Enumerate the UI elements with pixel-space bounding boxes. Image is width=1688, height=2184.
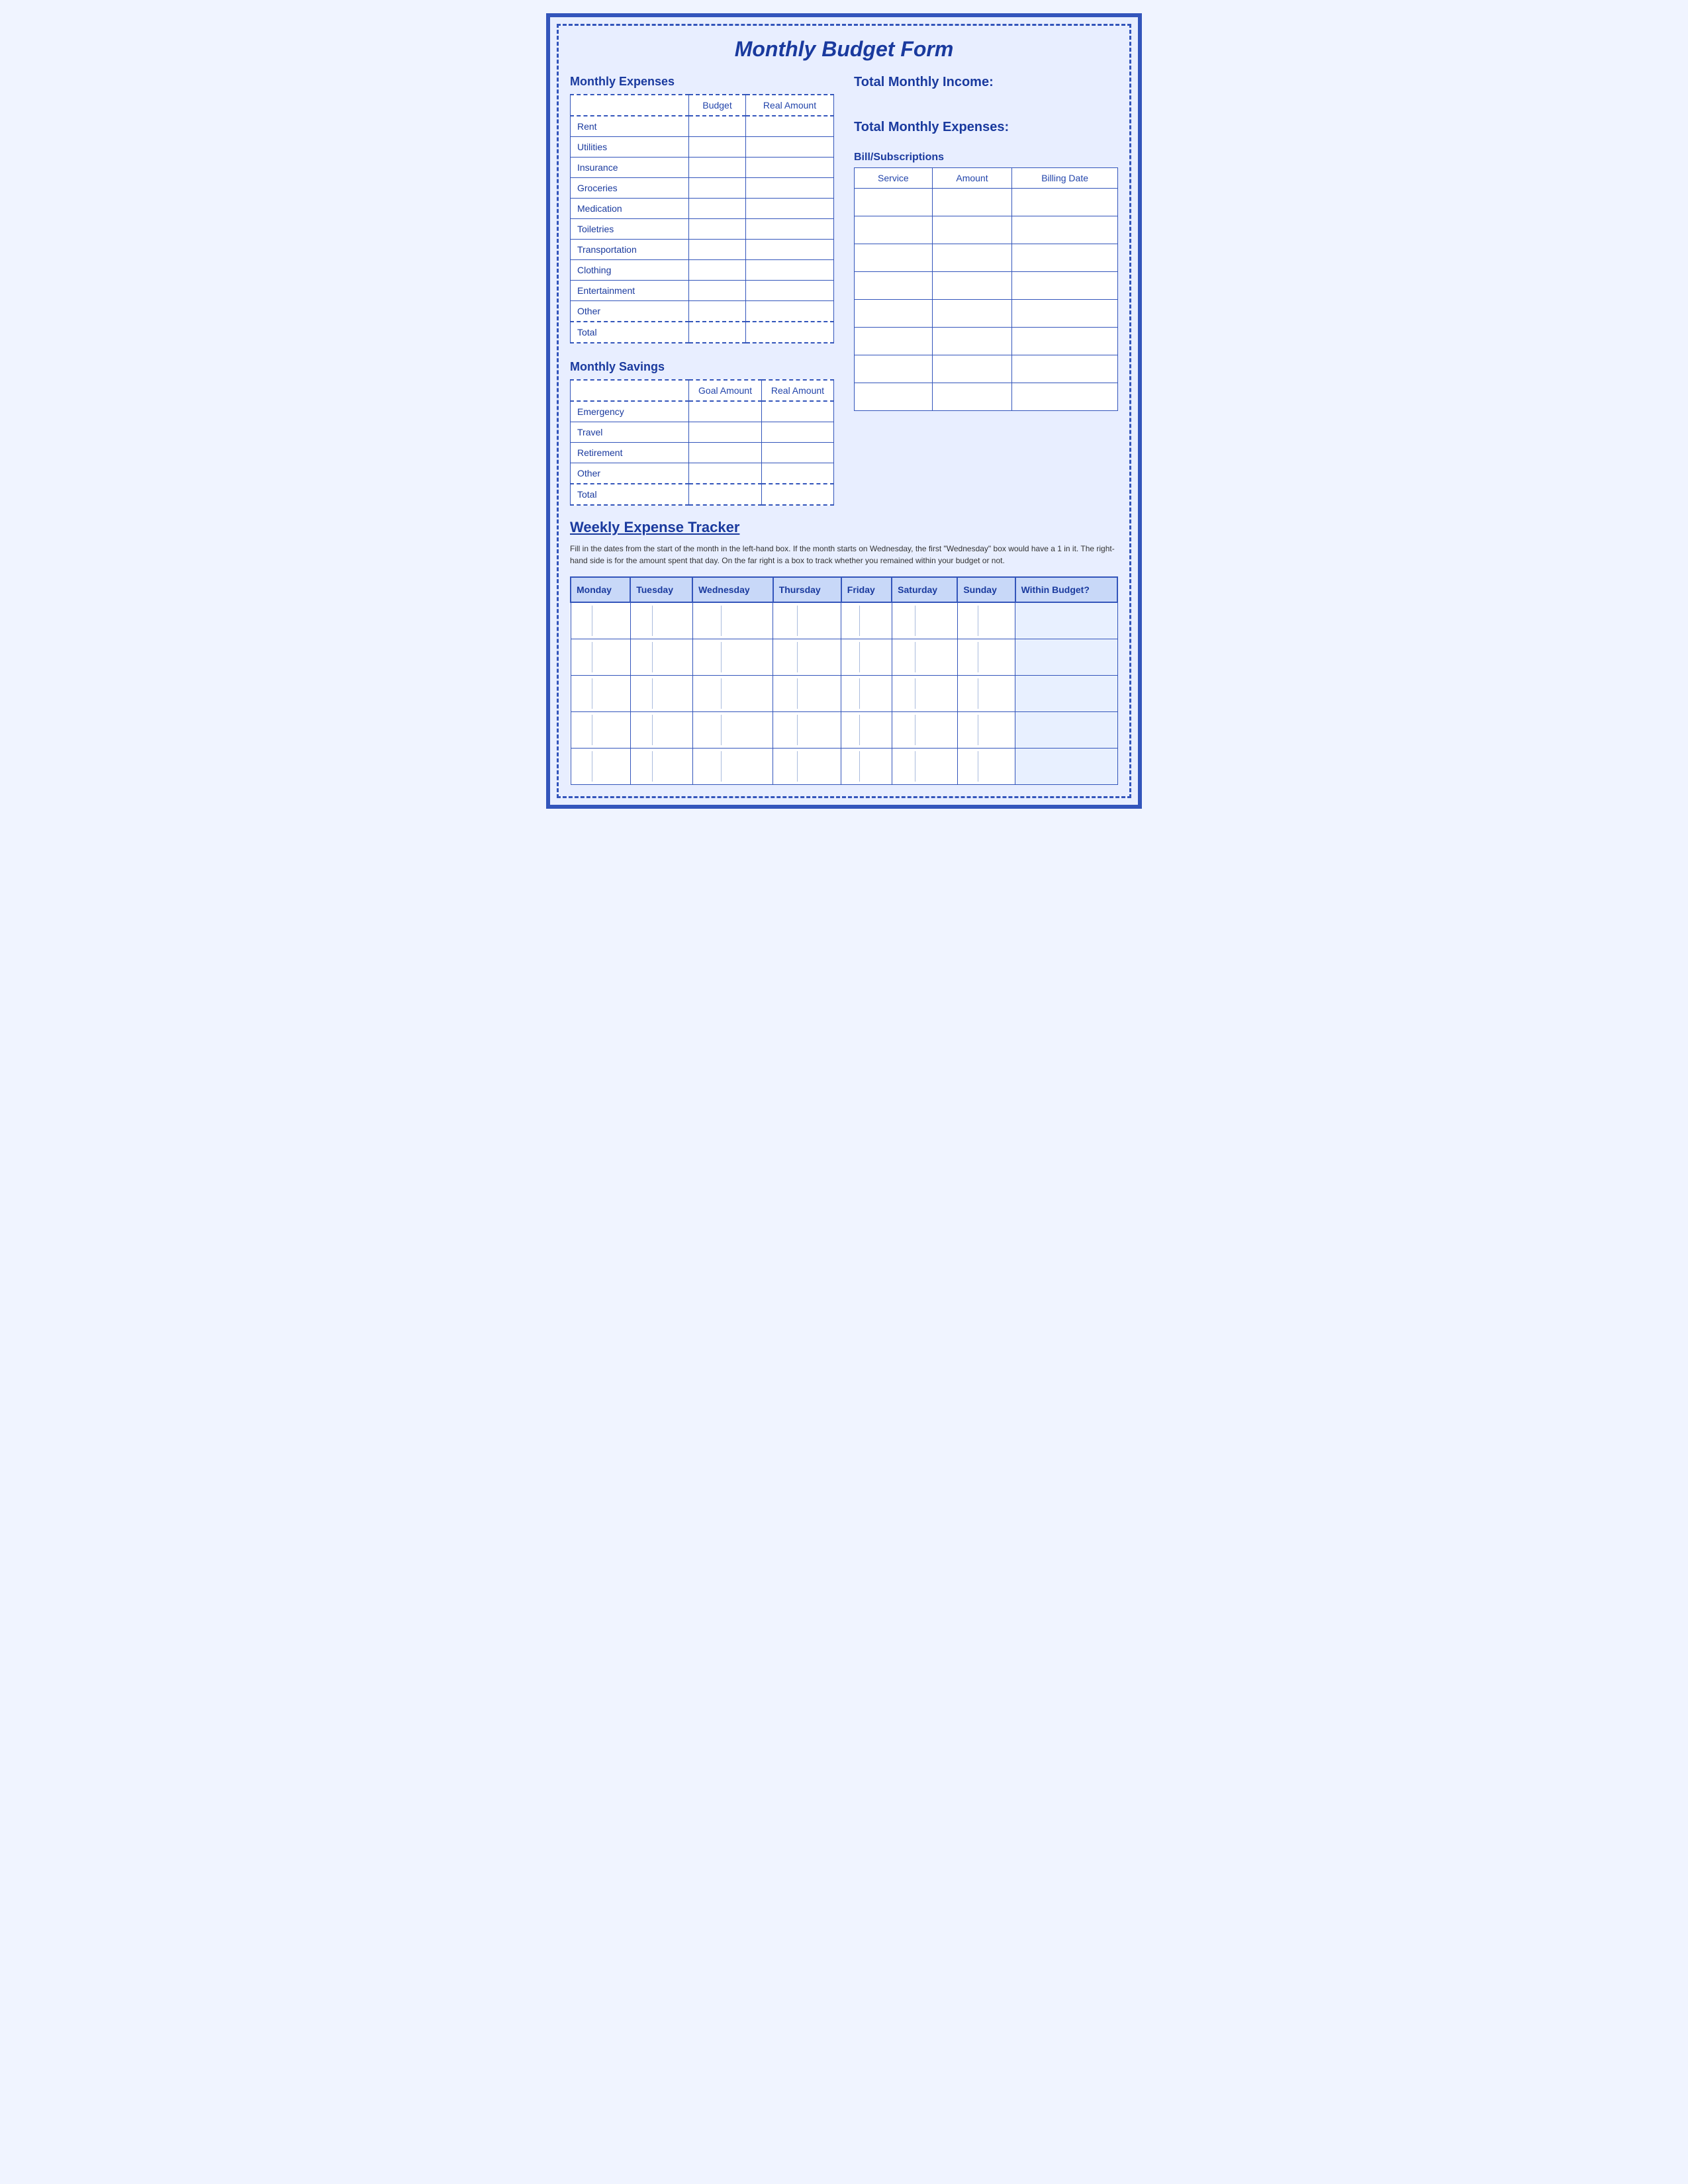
table-row: Clothing	[571, 260, 834, 281]
total-income-label: Total Monthly Income:	[854, 75, 1118, 90]
table-row: Insurance	[571, 158, 834, 178]
col-saturday: Saturday	[892, 577, 957, 602]
table-row-total: Total	[571, 484, 834, 505]
col-monday: Monday	[571, 577, 630, 602]
table-row	[855, 328, 1118, 355]
weekly-tracker-heading: Weekly Expense Tracker	[570, 519, 1118, 536]
expenses-col-budget: Budget	[689, 95, 746, 116]
table-row-total: Total	[571, 322, 834, 343]
col-within-budget: Within Budget?	[1015, 577, 1117, 602]
savings-col-goal: Goal Amount	[689, 380, 762, 401]
table-row: Retirement	[571, 443, 834, 463]
table-row: Rent	[571, 116, 834, 137]
col-thursday: Thursday	[773, 577, 841, 602]
table-row	[855, 383, 1118, 411]
table-row: Emergency	[571, 401, 834, 422]
table-row: Other	[571, 301, 834, 322]
table-row: Groceries	[571, 178, 834, 199]
weekly-tracker-description: Fill in the dates from the start of the …	[570, 543, 1118, 567]
table-row	[855, 189, 1118, 216]
page-title: Monthly Budget Form	[570, 30, 1118, 62]
bills-heading: Bill/Subscriptions	[854, 152, 1118, 163]
monthly-savings-table: Goal Amount Real Amount Emergency Travel	[570, 379, 834, 506]
table-row: Medication	[571, 199, 834, 219]
col-friday: Friday	[841, 577, 892, 602]
table-row: Transportation	[571, 240, 834, 260]
page-container: Monthly Budget Form Monthly Expenses Bud…	[546, 13, 1142, 809]
table-row	[855, 244, 1118, 272]
bills-col-amount: Amount	[932, 168, 1011, 189]
table-row	[855, 355, 1118, 383]
table-row: Entertainment	[571, 281, 834, 301]
weekly-row	[571, 602, 1117, 639]
table-row	[855, 216, 1118, 244]
col-wednesday: Wednesday	[692, 577, 773, 602]
table-row: Utilities	[571, 137, 834, 158]
table-row: Travel	[571, 422, 834, 443]
weekly-row	[571, 711, 1117, 748]
total-expenses-label: Total Monthly Expenses:	[854, 120, 1118, 135]
monthly-expenses-heading: Monthly Expenses	[570, 75, 834, 89]
bills-table: Service Amount Billing Date	[854, 167, 1118, 411]
bills-col-service: Service	[855, 168, 933, 189]
bills-col-billing-date: Billing Date	[1012, 168, 1118, 189]
weekly-row	[571, 639, 1117, 675]
weekly-tracker-section: Weekly Expense Tracker Fill in the dates…	[570, 519, 1118, 785]
table-row: Other	[571, 463, 834, 484]
col-sunday: Sunday	[957, 577, 1015, 602]
savings-col-real: Real Amount	[761, 380, 833, 401]
table-row	[855, 300, 1118, 328]
expenses-col-real: Real Amount	[746, 95, 834, 116]
table-row: Toiletries	[571, 219, 834, 240]
monthly-expenses-table: Budget Real Amount Rent Utilities	[570, 94, 834, 343]
table-row	[855, 272, 1118, 300]
weekly-row	[571, 675, 1117, 711]
weekly-tracker-table: Monday Tuesday Wednesday Thursday Friday…	[570, 576, 1118, 785]
monthly-savings-heading: Monthly Savings	[570, 360, 834, 374]
weekly-row	[571, 748, 1117, 784]
col-tuesday: Tuesday	[630, 577, 692, 602]
